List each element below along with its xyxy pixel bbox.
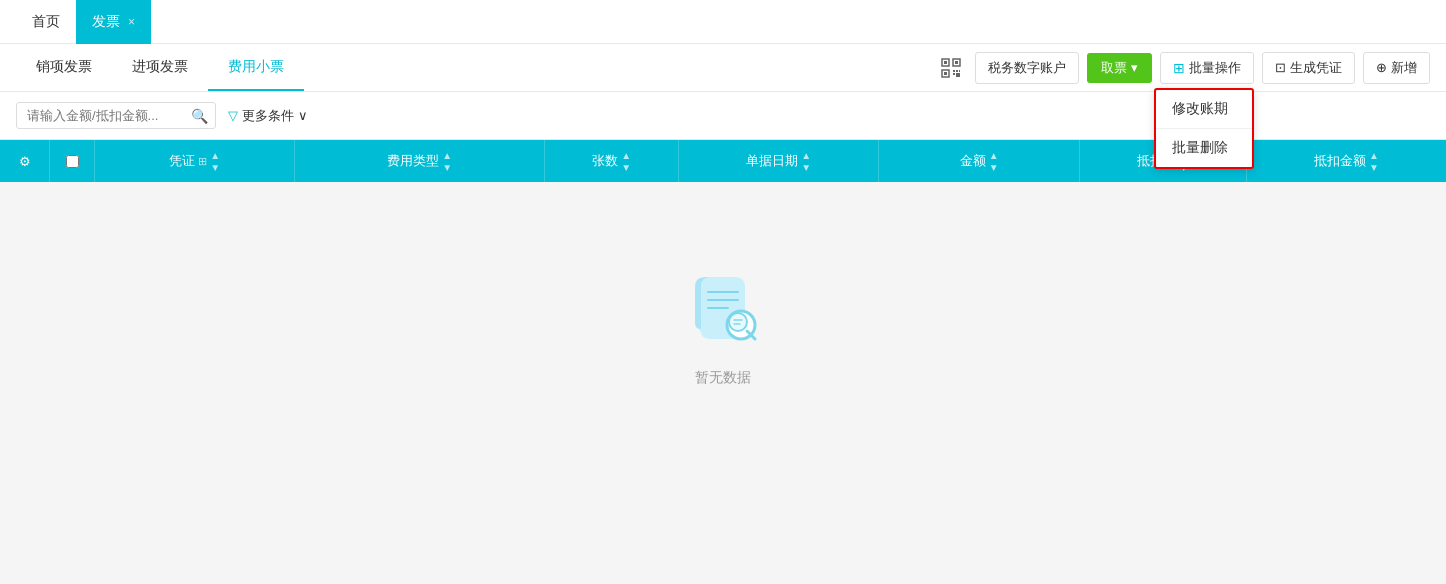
empty-state: 暂无数据 [0,182,1446,462]
th-date-label: 单据日期 [746,152,798,170]
th-expense-type: 费用类型 ▲▼ [295,140,545,182]
nav-home[interactable]: 首页 [16,0,76,44]
dropdown-batch-delete[interactable]: 批量删除 [1156,129,1252,167]
th-date-sort[interactable]: ▲▼ [801,150,811,173]
svg-rect-10 [959,70,960,72]
more-conditions-label: 更多条件 [242,107,294,125]
th-expense-type-label: 费用类型 [387,152,439,170]
nav-tab-invoice[interactable]: 发票 × [76,0,151,44]
tab-expense-receipt[interactable]: 费用小票 [208,44,304,91]
nav-tab-close[interactable]: × [128,15,135,29]
qr-code-icon[interactable] [935,52,967,84]
sub-nav-right: 税务数字账户 取票 ▾ ⊞ 批量操作 修改账期 批量删除 ⊡ 生成凭证 ⊕ 新增 [935,52,1430,84]
batch-op-icon: ⊞ [1173,60,1185,76]
get-ticket-label: 取票 [1101,59,1127,77]
get-ticket-chevron: ▾ [1131,60,1138,75]
settings-icon: ⚙ [19,154,31,169]
tab-purchase-invoice[interactable]: 进项发票 [112,44,208,91]
th-voucher-icon: ⊞ [198,155,207,168]
th-deduct-amount-label: 抵扣金额 [1314,152,1366,170]
th-count: 张数 ▲▼ [545,140,679,182]
th-date: 单据日期 ▲▼ [679,140,879,182]
th-count-label: 张数 [592,152,618,170]
svg-rect-9 [956,73,960,77]
search-icon: 🔍 [191,108,208,124]
svg-rect-8 [953,73,955,75]
top-nav: 首页 发票 × [0,0,1446,44]
empty-state-text: 暂无数据 [695,369,751,387]
svg-rect-5 [944,72,947,75]
svg-point-13 [729,313,747,331]
nav-tab-label: 发票 [92,13,120,31]
select-all-checkbox[interactable] [66,155,79,168]
batch-op-button[interactable]: ⊞ 批量操作 [1160,52,1254,84]
svg-rect-1 [944,61,947,64]
svg-rect-7 [956,70,958,72]
th-amount-sort[interactable]: ▲▼ [989,150,999,173]
th-voucher: 凭证 ⊞ ▲▼ [95,140,295,182]
tax-account-button[interactable]: 税务数字账户 [975,52,1079,84]
th-amount: 金额 ▲▼ [879,140,1079,182]
th-count-sort[interactable]: ▲▼ [621,150,631,173]
th-voucher-label: 凭证 [169,152,195,170]
more-conditions-button[interactable]: ▽ 更多条件 ∨ [228,107,308,125]
batch-op-label: 批量操作 [1189,59,1241,77]
batch-op-wrap: ⊞ 批量操作 修改账期 批量删除 [1160,52,1254,84]
th-settings[interactable]: ⚙ [0,140,50,182]
th-deduct-amount: 抵扣金额 ▲▼ [1247,140,1446,182]
dropdown-modify-period[interactable]: 修改账期 [1156,90,1252,129]
gen-voucher-label: 生成凭证 [1290,59,1342,77]
svg-rect-3 [955,61,958,64]
add-button[interactable]: ⊕ 新增 [1363,52,1430,84]
svg-rect-6 [953,70,955,72]
tab-sales-invoice[interactable]: 销项发票 [16,44,112,91]
empty-state-icon [673,257,773,357]
gen-voucher-button[interactable]: ⊡ 生成凭证 [1262,52,1355,84]
search-input[interactable] [16,102,216,129]
th-voucher-sort[interactable]: ▲▼ [210,150,220,173]
add-icon: ⊕ [1376,60,1387,75]
search-wrap: 🔍 [16,102,216,129]
gen-voucher-icon: ⊡ [1275,60,1286,75]
th-checkbox[interactable] [50,140,95,182]
th-expense-type-sort[interactable]: ▲▼ [442,150,452,173]
get-ticket-button[interactable]: 取票 ▾ [1087,53,1152,83]
th-deduct-amount-sort[interactable]: ▲▼ [1369,150,1379,173]
more-conditions-chevron: ∨ [298,108,308,123]
batch-op-dropdown: 修改账期 批量删除 [1154,88,1254,169]
add-label: 新增 [1391,59,1417,77]
sub-nav-left: 销项发票 进项发票 费用小票 [16,44,304,91]
filter-icon: ▽ [228,108,238,123]
sub-nav: 销项发票 进项发票 费用小票 税务数字账户 [0,44,1446,92]
th-amount-label: 金额 [960,152,986,170]
